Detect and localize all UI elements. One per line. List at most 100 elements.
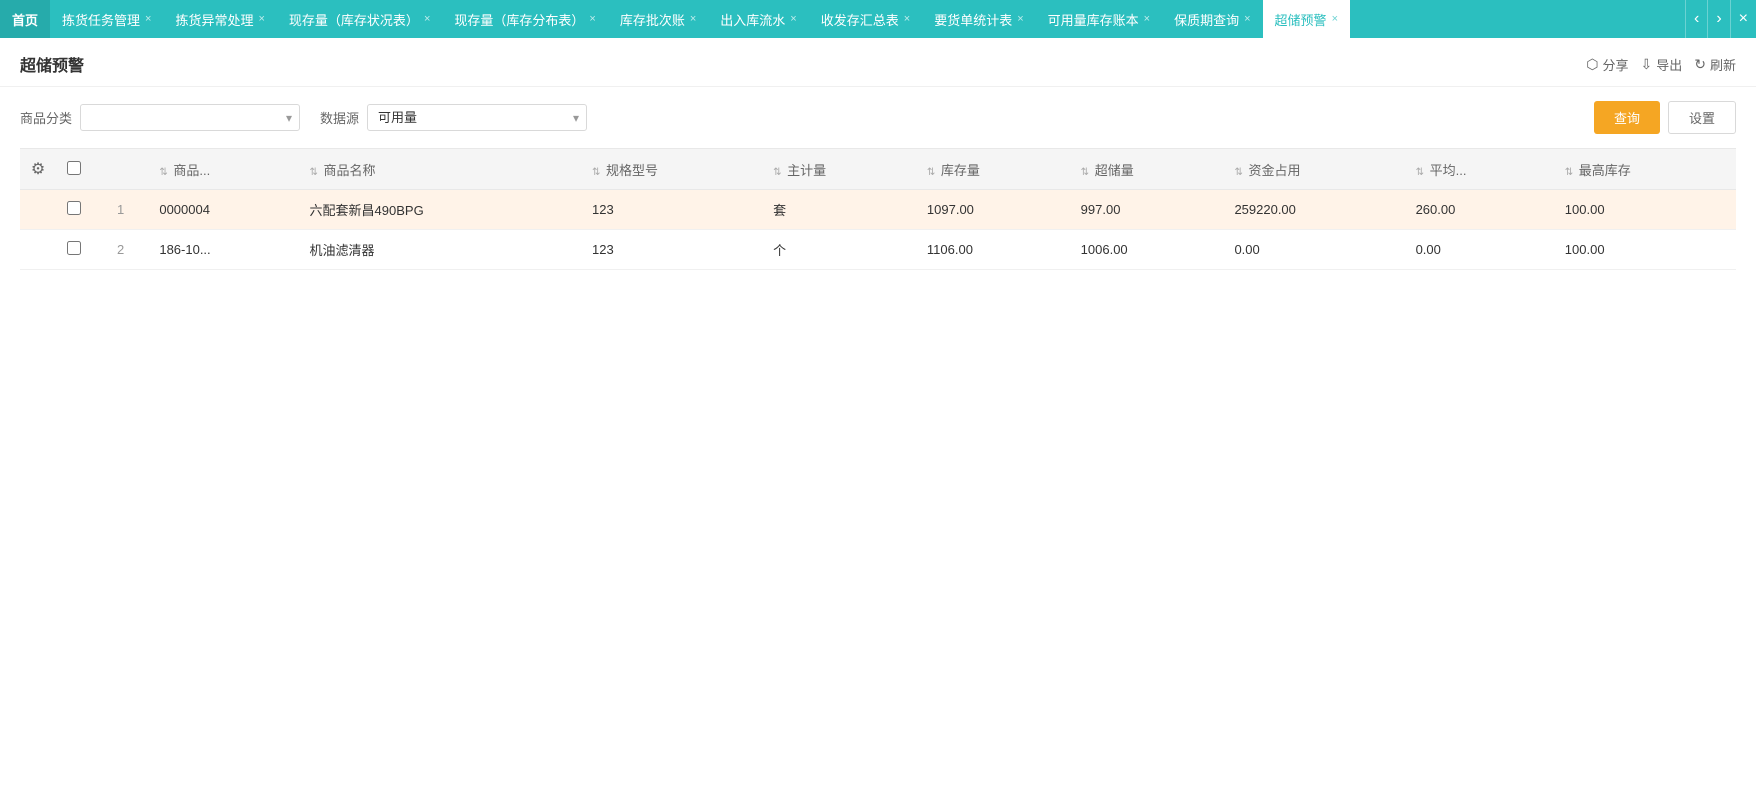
page-header: 超储预警 ⬡ 分享 ⇩ 导出 ↻ 刷新 <box>0 38 1756 87</box>
table-row: 2 186-10... 机油滤清器 123 个 1106.00 1006.00 … <box>20 230 1736 270</box>
row-overstock: 997.00 <box>1071 190 1225 230</box>
nav-order-stats[interactable]: 要货单统计表 × <box>922 0 1035 38</box>
export-button[interactable]: ⇩ 导出 <box>1641 55 1683 74</box>
share-icon: ⬡ <box>1586 56 1598 73</box>
category-select[interactable] <box>80 104 300 131</box>
sort-capital-icon: ⇅ <box>1234 167 1242 178</box>
row-checkbox[interactable] <box>67 241 81 255</box>
close-inventory-dist-icon[interactable]: × <box>589 13 595 25</box>
sort-product-code-icon: ⇅ <box>159 167 167 178</box>
row-capital: 0.00 <box>1224 230 1405 270</box>
row-checkbox-cell <box>56 190 92 230</box>
datasource-filter-group: 数据源 可用量 库存量 <box>320 104 587 131</box>
sort-overstock-icon: ⇅ <box>1081 167 1089 178</box>
export-icon: ⇩ <box>1641 56 1653 73</box>
filter-actions: 查询 设置 <box>1594 101 1736 134</box>
col-avg-header[interactable]: ⇅ 平均... <box>1406 149 1555 190</box>
row-gear-cell <box>20 230 56 270</box>
nav-arrow-close[interactable]: × <box>1730 0 1756 38</box>
col-spec-label: 规格型号 <box>606 163 658 178</box>
row-num: 1 <box>92 190 149 230</box>
row-overstock: 1006.00 <box>1071 230 1225 270</box>
col-rownum-header <box>92 149 149 190</box>
datasource-select[interactable]: 可用量 库存量 <box>367 104 587 131</box>
main-content: 超储预警 ⬡ 分享 ⇩ 导出 ↻ 刷新 商品分类 <box>0 38 1756 800</box>
col-capital-label: 资金占用 <box>1248 163 1300 178</box>
col-max-stock-label: 最高库存 <box>1579 163 1631 178</box>
nav-abnormal-label: 拣货异常处理 <box>175 10 253 29</box>
col-product-code-header[interactable]: ⇅ 商品... <box>149 149 299 190</box>
col-overstock-header[interactable]: ⇅ 超储量 <box>1071 149 1225 190</box>
row-product-code: 0000004 <box>149 190 299 230</box>
page-title: 超储预警 <box>20 52 84 76</box>
nav-overstock-warning[interactable]: 超储预警 × <box>1263 0 1350 38</box>
row-max-stock: 100.00 <box>1555 230 1736 270</box>
close-abnormal-icon[interactable]: × <box>258 13 264 25</box>
datasource-filter-label: 数据源 <box>320 108 359 127</box>
nav-batch[interactable]: 库存批次账 × <box>608 0 708 38</box>
close-overstock-warning-icon[interactable]: × <box>1332 13 1338 25</box>
nav-available-account[interactable]: 可用量库存账本 × <box>1036 0 1162 38</box>
nav-task-mgmt[interactable]: 拣货任务管理 × <box>50 0 163 38</box>
col-inventory-header[interactable]: ⇅ 库存量 <box>917 149 1071 190</box>
col-gear: ⚙ <box>20 149 56 190</box>
close-inventory-status-icon[interactable]: × <box>424 13 430 25</box>
col-spec-header[interactable]: ⇅ 规格型号 <box>582 149 763 190</box>
sort-unit-icon: ⇅ <box>773 167 781 178</box>
row-inventory: 1097.00 <box>917 190 1071 230</box>
row-capital: 259220.00 <box>1224 190 1405 230</box>
refresh-label: 刷新 <box>1710 55 1736 74</box>
topbar-nav-arrows: ‹ › × <box>1685 0 1756 38</box>
col-product-name-header[interactable]: ⇅ 商品名称 <box>300 149 582 190</box>
data-table: ⚙ ⇅ 商品... ⇅ 商品名称 ⇅ <box>20 148 1736 270</box>
share-button[interactable]: ⬡ 分享 <box>1586 55 1628 74</box>
settings-button[interactable]: 设置 <box>1668 101 1736 134</box>
nav-home-label: 首页 <box>12 10 38 29</box>
row-spec: 123 <box>582 190 763 230</box>
close-order-stats-icon[interactable]: × <box>1017 13 1023 25</box>
table-container: ⚙ ⇅ 商品... ⇅ 商品名称 ⇅ <box>0 148 1756 270</box>
row-spec: 123 <box>582 230 763 270</box>
col-max-stock-header[interactable]: ⇅ 最高库存 <box>1555 149 1736 190</box>
category-filter-group: 商品分类 <box>20 104 300 131</box>
export-label: 导出 <box>1656 55 1682 74</box>
nav-arrow-left[interactable]: ‹ <box>1685 0 1707 38</box>
close-batch-icon[interactable]: × <box>690 13 696 25</box>
row-product-name: 六配套新昌490BPG <box>300 190 582 230</box>
select-all-checkbox[interactable] <box>67 161 81 175</box>
close-collect-summary-icon[interactable]: × <box>904 13 910 25</box>
close-quality-check-icon[interactable]: × <box>1244 13 1250 25</box>
nav-inventory-status[interactable]: 现存量（库存状况表） × <box>277 0 442 38</box>
nav-arrow-right[interactable]: › <box>1707 0 1729 38</box>
nav-inout-flow[interactable]: 出入库流水 × <box>708 0 808 38</box>
nav-overstock-warning-label: 超储预警 <box>1275 10 1327 29</box>
nav-quality-check[interactable]: 保质期查询 × <box>1162 0 1262 38</box>
nav-collect-summary[interactable]: 收发存汇总表 × <box>809 0 922 38</box>
nav-batch-label: 库存批次账 <box>620 10 685 29</box>
row-num: 2 <box>92 230 149 270</box>
nav-abnormal[interactable]: 拣货异常处理 × <box>163 0 276 38</box>
col-overstock-label: 超储量 <box>1095 163 1134 178</box>
col-inventory-label: 库存量 <box>941 163 980 178</box>
share-label: 分享 <box>1602 55 1628 74</box>
nav-order-stats-label: 要货单统计表 <box>934 10 1012 29</box>
nav-home[interactable]: 首页 <box>0 0 50 38</box>
col-capital-header[interactable]: ⇅ 资金占用 <box>1224 149 1405 190</box>
nav-inout-flow-label: 出入库流水 <box>720 10 785 29</box>
nav-inventory-dist[interactable]: 现存量（库存分布表） × <box>442 0 607 38</box>
nav-task-mgmt-label: 拣货任务管理 <box>62 10 140 29</box>
close-task-mgmt-icon[interactable]: × <box>145 13 151 25</box>
col-unit-header[interactable]: ⇅ 主计量 <box>763 149 917 190</box>
gear-icon[interactable]: ⚙ <box>31 161 45 178</box>
refresh-button[interactable]: ↻ 刷新 <box>1694 55 1736 74</box>
col-unit-label: 主计量 <box>787 163 826 178</box>
close-available-account-icon[interactable]: × <box>1144 13 1150 25</box>
row-checkbox[interactable] <box>67 201 81 215</box>
row-inventory: 1106.00 <box>917 230 1071 270</box>
row-checkbox-cell <box>56 230 92 270</box>
query-button[interactable]: 查询 <box>1594 101 1660 134</box>
sort-inventory-icon: ⇅ <box>927 167 935 178</box>
sort-product-name-icon: ⇅ <box>310 167 318 178</box>
filter-bar: 商品分类 数据源 可用量 库存量 查询 设置 <box>0 87 1756 148</box>
close-inout-flow-icon[interactable]: × <box>790 13 796 25</box>
